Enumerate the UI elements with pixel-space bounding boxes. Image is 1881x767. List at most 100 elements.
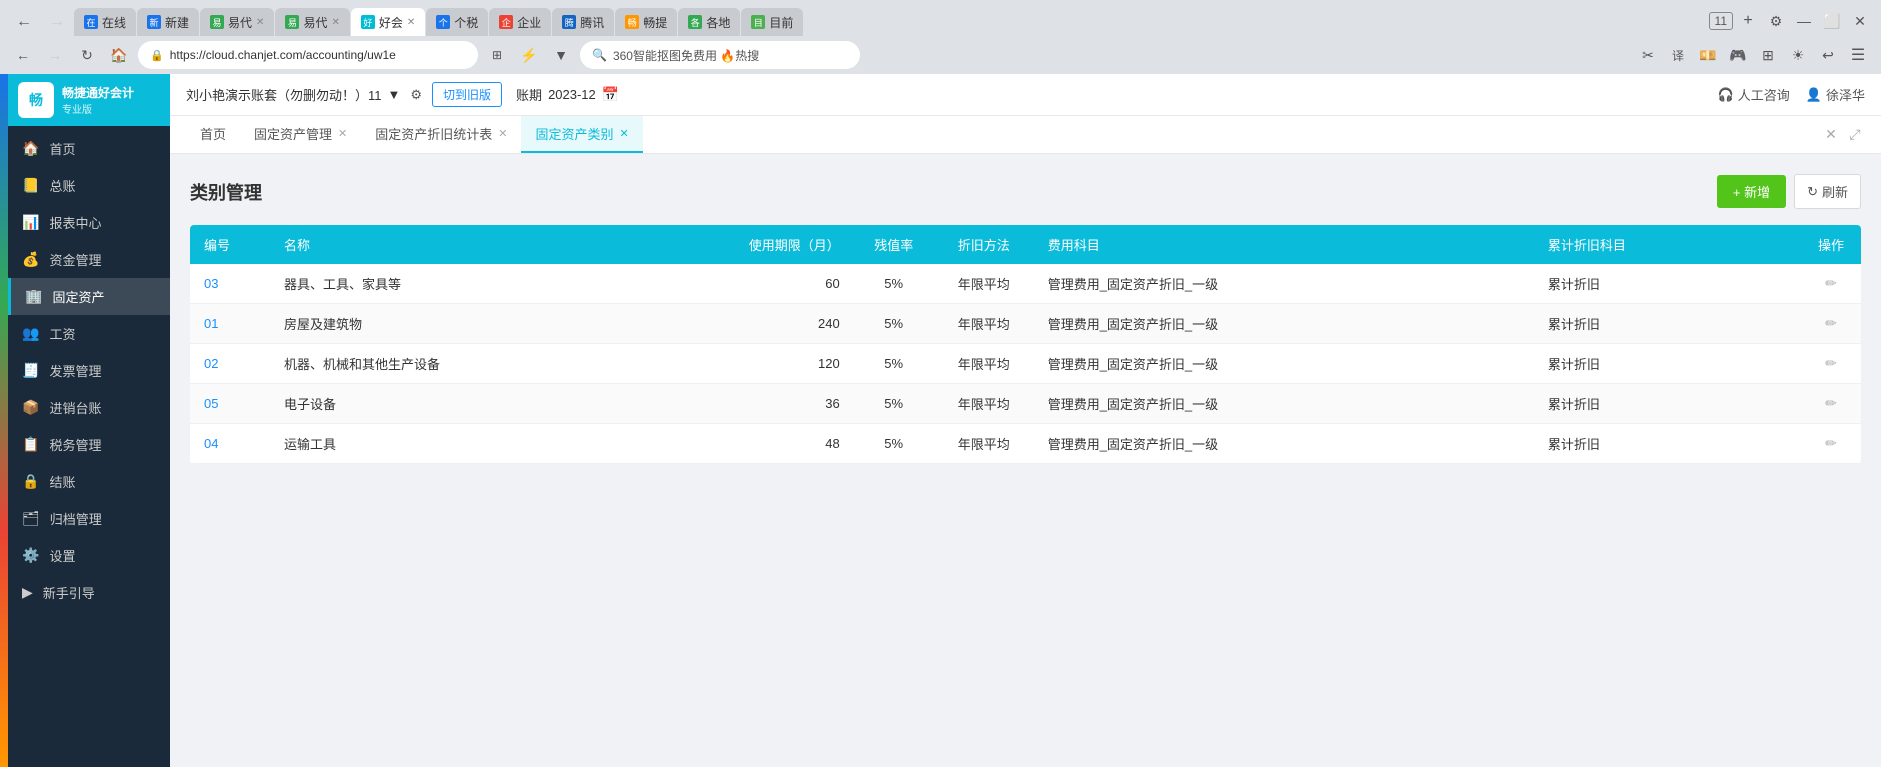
undo-btn[interactable]: ↩ bbox=[1815, 42, 1841, 68]
row2-operation[interactable]: ✏ bbox=[1801, 304, 1861, 344]
scissors-icon-btn[interactable]: ✂ bbox=[1635, 42, 1661, 68]
sidebar-item-funds[interactable]: 💰 资金管理 bbox=[8, 241, 170, 278]
sidebar-item-home[interactable]: 🏠 首页 bbox=[8, 130, 170, 167]
row5-edit-icon[interactable]: ✏ bbox=[1825, 435, 1837, 451]
url-bar[interactable]: 🔒 https://cloud.chanjet.com/accounting/u… bbox=[138, 41, 478, 69]
sidebar-item-guide[interactable]: ▶ 新手引导 bbox=[8, 574, 170, 611]
page-tab-asset-category-close[interactable]: ✕ bbox=[620, 127, 629, 140]
browser-tab-9[interactable]: 畅 畅提 bbox=[615, 8, 677, 36]
game-btn[interactable]: 🎮 bbox=[1725, 42, 1751, 68]
new-tab-btn[interactable]: + bbox=[1735, 8, 1761, 34]
row2-code[interactable]: 01 bbox=[190, 304, 270, 344]
browser-tab-7[interactable]: 企 企业 bbox=[489, 8, 551, 36]
browser-close-btn[interactable]: ✕ bbox=[1847, 8, 1873, 34]
sidebar-item-archive[interactable]: 🗂 归档管理 bbox=[8, 500, 170, 537]
browser-tab-11[interactable]: 目 目前 bbox=[741, 8, 803, 36]
site-info-btn[interactable]: ⊞ bbox=[484, 42, 510, 68]
row5-expense: 管理费用_固定资产折旧_一级 bbox=[1034, 424, 1534, 464]
browser-tab-8[interactable]: 腾 腾讯 bbox=[552, 8, 614, 36]
user-name: 徐泽华 bbox=[1826, 85, 1865, 104]
browser-tab-3[interactable]: 易 易代 ✕ bbox=[200, 8, 274, 36]
sidebar-item-closing[interactable]: 🔒 结账 bbox=[8, 463, 170, 500]
content-expand-btn[interactable]: ⤢ bbox=[1845, 125, 1865, 145]
fixed-assets-menu-icon: 🏢 bbox=[25, 288, 42, 305]
row5-operation[interactable]: ✏ bbox=[1801, 424, 1861, 464]
row1-code[interactable]: 03 bbox=[190, 264, 270, 304]
row1-edit-icon[interactable]: ✏ bbox=[1825, 275, 1837, 291]
tab11-icon: 目 bbox=[751, 15, 765, 29]
sidebar-item-reports[interactable]: 📊 报表中心 bbox=[8, 204, 170, 241]
funds-menu-icon: 💰 bbox=[22, 251, 39, 268]
tab6-icon: 个 bbox=[436, 15, 450, 29]
tab11-label: 目前 bbox=[769, 14, 793, 31]
browser-back-btn[interactable]: ← bbox=[8, 8, 40, 36]
browser-tab-4[interactable]: 易 易代 ✕ bbox=[275, 8, 349, 36]
sidebar-item-payroll[interactable]: 👥 工资 bbox=[8, 315, 170, 352]
tab3-close-icon[interactable]: ✕ bbox=[256, 17, 264, 28]
sidebar-item-fixed-assets[interactable]: 🏢 固定资产 bbox=[8, 278, 170, 315]
ledger-menu-label: 总账 bbox=[49, 176, 75, 195]
sidebar-item-settings[interactable]: ⚙️ 设置 bbox=[8, 537, 170, 574]
browser-tab-5[interactable]: 好 好会 ✕ bbox=[351, 8, 425, 36]
row3-operation[interactable]: ✏ bbox=[1801, 344, 1861, 384]
row4-code[interactable]: 05 bbox=[190, 384, 270, 424]
url-text: https://cloud.chanjet.com/accounting/uw1… bbox=[170, 48, 396, 62]
page-tab-depreciation-table[interactable]: 固定资产折旧统计表 ✕ bbox=[361, 116, 521, 153]
calendar-icon[interactable]: 📅 bbox=[602, 86, 619, 103]
page-title: 类别管理 bbox=[190, 179, 262, 205]
tab4-close-icon[interactable]: ✕ bbox=[331, 17, 339, 28]
account-manage-btn[interactable]: ⚙ bbox=[410, 87, 422, 103]
row4-operation[interactable]: ✏ bbox=[1801, 384, 1861, 424]
sidebar-item-tax[interactable]: 📋 税务管理 bbox=[8, 426, 170, 463]
refresh-btn[interactable]: ↻ 刷新 bbox=[1794, 174, 1861, 209]
reload-btn[interactable]: ↻ bbox=[74, 42, 100, 68]
archive-menu-icon: 🗂 bbox=[22, 510, 40, 527]
back-btn[interactable]: ← bbox=[10, 42, 36, 68]
browser-tab-1[interactable]: 在 在线 bbox=[74, 8, 136, 36]
translate-btn[interactable]: 译 bbox=[1665, 42, 1691, 68]
browser-tab-6[interactable]: 个 个税 bbox=[426, 8, 488, 36]
help-btn[interactable]: 🎧 人工咨询 bbox=[1718, 85, 1790, 104]
row3-edit-icon[interactable]: ✏ bbox=[1825, 355, 1837, 371]
grid-btn[interactable]: ⊞ bbox=[1755, 42, 1781, 68]
content-close-btn[interactable]: ✕ bbox=[1821, 125, 1841, 145]
row1-name: 器具、工具、家具等 bbox=[270, 264, 734, 304]
home-menu-icon: 🏠 bbox=[22, 140, 39, 157]
browser-tab-10[interactable]: 各 各地 bbox=[678, 8, 740, 36]
browser-tab-2[interactable]: 新 新建 bbox=[137, 8, 199, 36]
restore-btn[interactable]: ⬜ bbox=[1819, 8, 1845, 34]
tab-settings-btn[interactable]: ⚙ bbox=[1763, 8, 1789, 34]
account-count-btn[interactable]: ▼ bbox=[388, 87, 401, 102]
menu-btn[interactable]: ☰ bbox=[1845, 42, 1871, 68]
tab5-close-icon[interactable]: ✕ bbox=[407, 17, 415, 28]
home-btn[interactable]: 🏠 bbox=[106, 42, 132, 68]
browser-forward-btn[interactable]: → bbox=[41, 8, 73, 36]
add-btn[interactable]: + 新增 bbox=[1717, 175, 1786, 208]
sidebar-item-ledger[interactable]: 📒 总账 bbox=[8, 167, 170, 204]
row5-code[interactable]: 04 bbox=[190, 424, 270, 464]
row4-edit-icon[interactable]: ✏ bbox=[1825, 395, 1837, 411]
row3-code[interactable]: 02 bbox=[190, 344, 270, 384]
page-tab-fixed-asset-mgmt-close[interactable]: ✕ bbox=[338, 127, 347, 140]
row2-name: 房屋及建筑物 bbox=[270, 304, 734, 344]
page-tabs: 首页 固定资产管理 ✕ 固定资产折旧统计表 ✕ 固定资产类别 ✕ ✕ ⤢ bbox=[170, 116, 1881, 154]
page-tab-fixed-asset-mgmt[interactable]: 固定资产管理 ✕ bbox=[240, 116, 361, 153]
page-tab-depreciation-table-close[interactable]: ✕ bbox=[498, 127, 507, 140]
switch-version-btn[interactable]: 切到旧版 bbox=[432, 82, 502, 107]
minimize-btn[interactable]: — bbox=[1791, 8, 1817, 34]
page-tab-home[interactable]: 首页 bbox=[186, 116, 240, 153]
sidebar-item-invoice[interactable]: 🧾 发票管理 bbox=[8, 352, 170, 389]
row2-edit-icon[interactable]: ✏ bbox=[1825, 315, 1837, 331]
forward-btn[interactable]: → bbox=[42, 42, 68, 68]
user-info[interactable]: 👤 徐泽华 bbox=[1806, 85, 1865, 104]
sidebar: 畅 畅捷通好会计 专业版 🏠 首页 📒 总账 📊 报表中心 bbox=[8, 74, 170, 767]
boost-btn[interactable]: ⚡ bbox=[516, 42, 542, 68]
currency-btn[interactable]: 💴 bbox=[1695, 42, 1721, 68]
bookmark-btn[interactable]: ▼ bbox=[548, 42, 574, 68]
brightness-btn[interactable]: ☀ bbox=[1785, 42, 1811, 68]
col-header-residual: 残值率 bbox=[854, 225, 934, 264]
row1-operation[interactable]: ✏ bbox=[1801, 264, 1861, 304]
search-bar[interactable]: 🔍 360智能抠图免费用 🔥热搜 bbox=[580, 41, 860, 69]
page-tab-asset-category[interactable]: 固定资产类别 ✕ bbox=[521, 116, 642, 153]
sidebar-item-inventory[interactable]: 📦 进销台账 bbox=[8, 389, 170, 426]
